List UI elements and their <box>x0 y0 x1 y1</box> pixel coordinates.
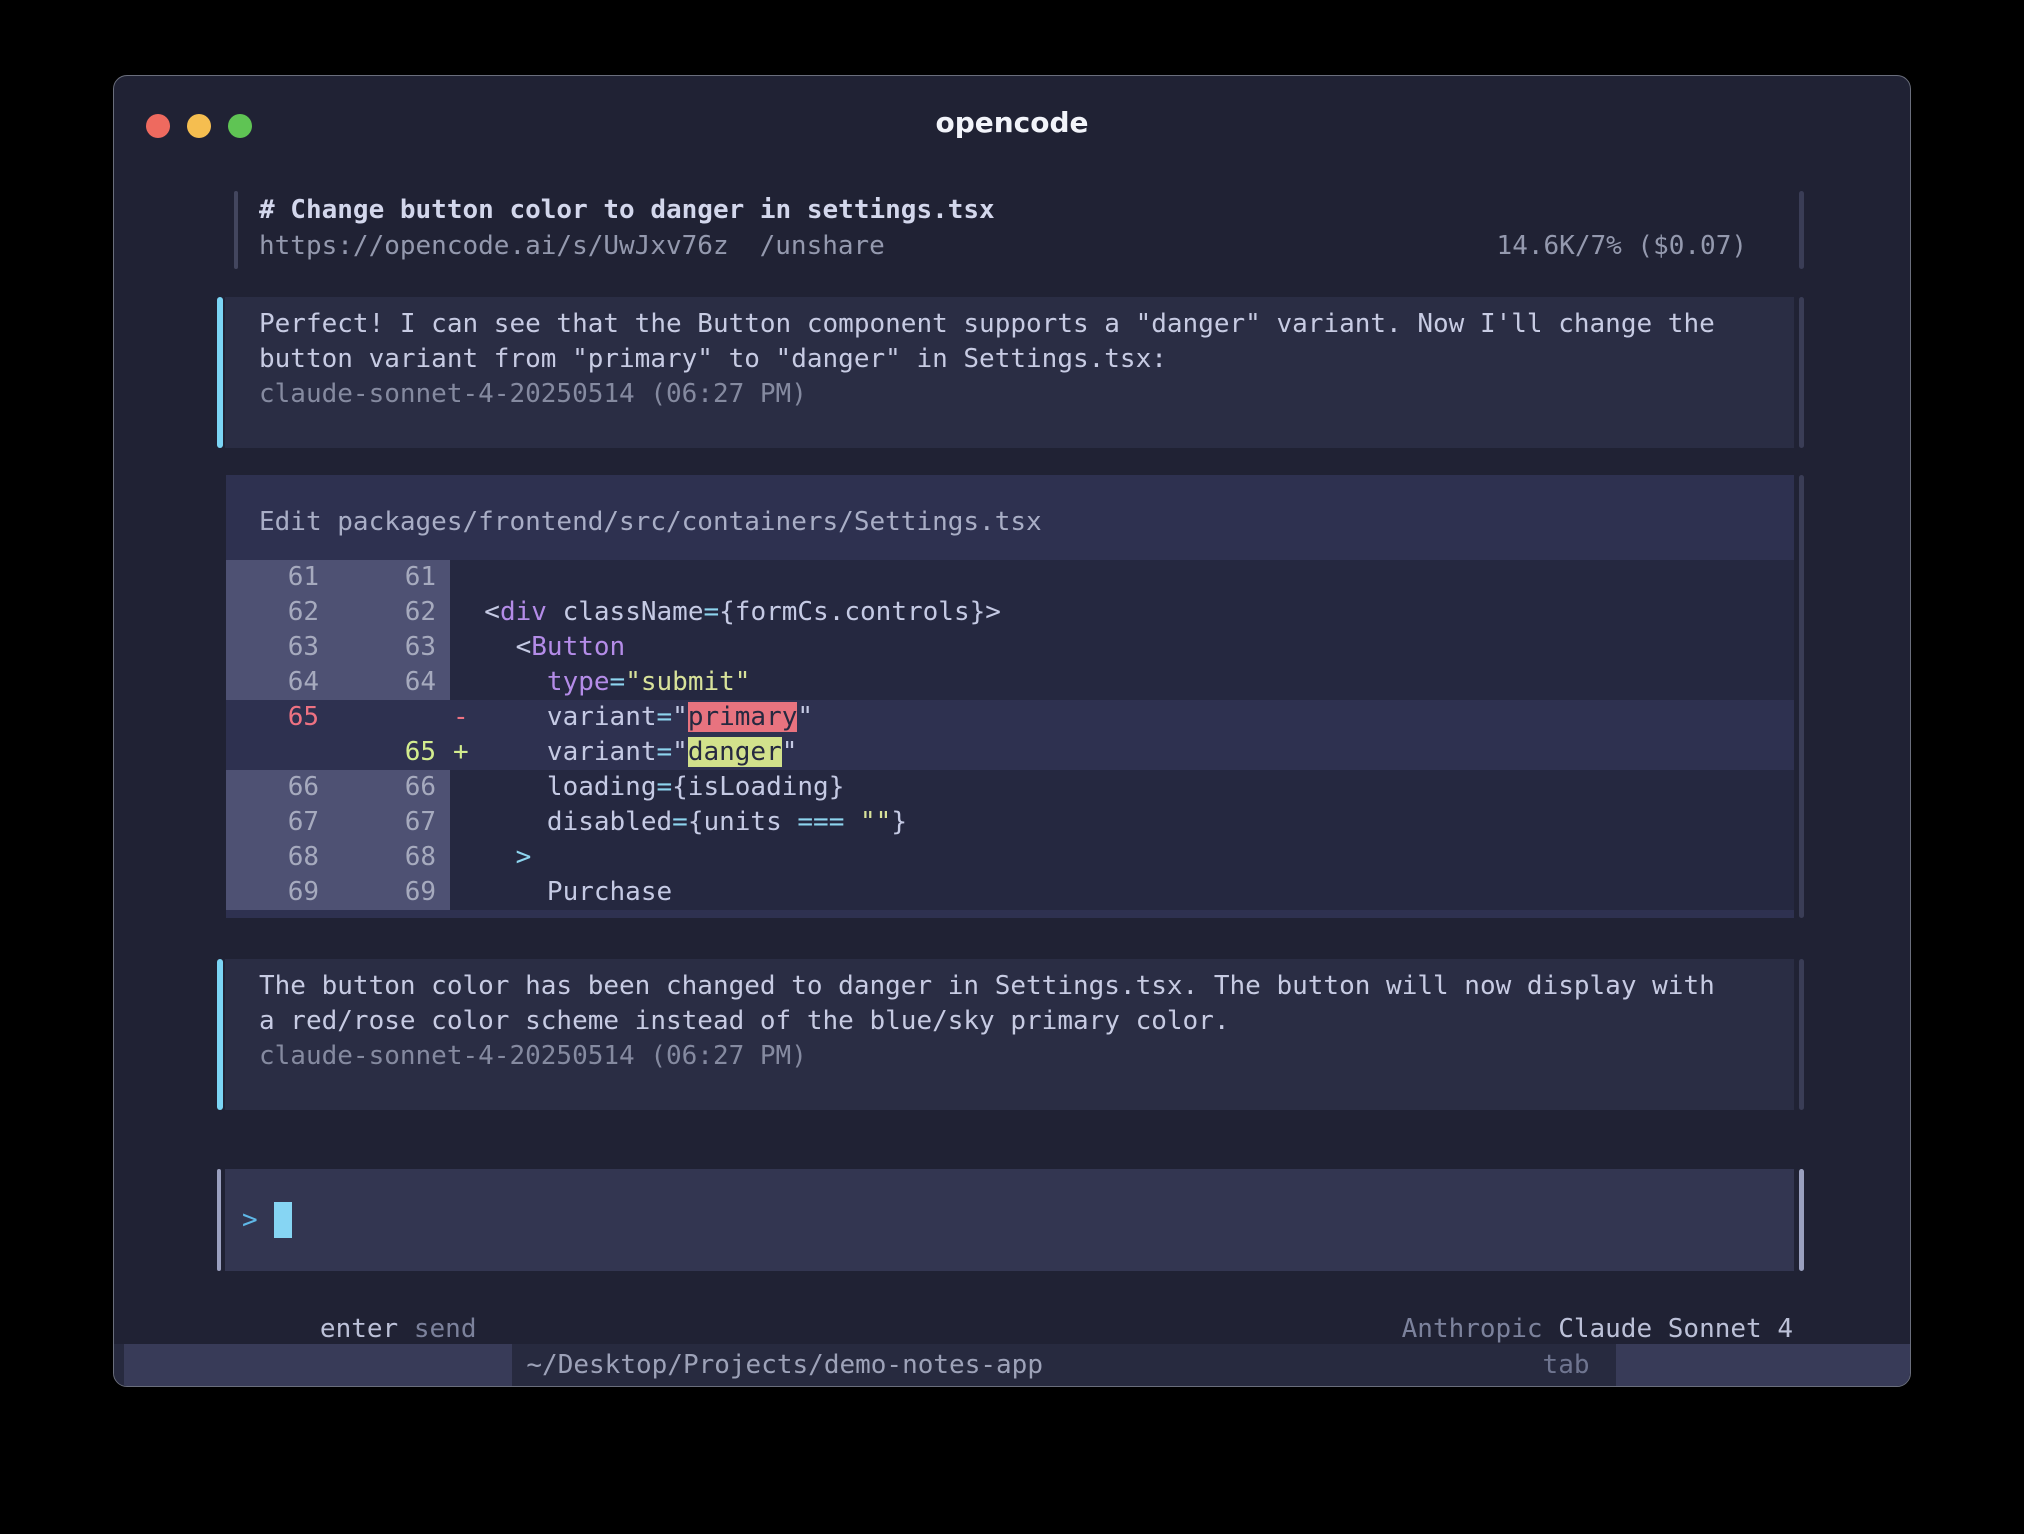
hint-key: enter <box>320 1314 398 1344</box>
hint-action: send <box>414 1314 477 1344</box>
line-number-new: 65 <box>326 735 450 770</box>
diff-row: 6969 Purchase <box>226 875 1794 910</box>
code-line: disabled={units === ""} <box>450 805 1794 840</box>
session-title: # Change button color to danger in setti… <box>259 191 1807 229</box>
line-number-old: 61 <box>226 560 326 595</box>
unshare-link[interactable]: /unshare <box>760 229 885 264</box>
edit-right-rule <box>1799 475 1804 918</box>
diff-row: 6161 <box>226 560 1794 595</box>
share-url[interactable]: https://opencode.ai/s/UwJxv76z <box>259 229 729 264</box>
message-text: Perfect! I can see that the Button compo… <box>217 297 1807 412</box>
edit-title: Edit packages/frontend/src/containers/Se… <box>217 475 1807 540</box>
line-number-new: 66 <box>326 770 450 805</box>
header-right-rule <box>1799 191 1804 269</box>
tab-key-hint[interactable]: tab <box>1543 1344 1590 1386</box>
code-line: loading={isLoading} <box>450 770 1794 805</box>
line-number-old: 62 <box>226 595 326 630</box>
diff-view: 61616262 <div className={formCs.controls… <box>226 560 1794 910</box>
code-line: + variant="danger" <box>450 735 1794 770</box>
model-timestamp: claude-sonnet-4-20250514 (06:27 PM) <box>259 1039 1807 1074</box>
titlebar: opencode <box>114 76 1910 150</box>
prompt-input[interactable]: > <box>217 1169 1807 1271</box>
mode-segment[interactable]: BUILD MODE <box>1616 1344 1910 1386</box>
message-line: The button color has been changed to dan… <box>259 969 1807 1004</box>
model-provider: Anthropic <box>1402 1314 1543 1344</box>
code-line: type="submit" <box>450 665 1794 700</box>
diff-row: 6464 type="submit" <box>226 665 1794 700</box>
diff-row: 6262 <div className={formCs.controls}> <box>226 595 1794 630</box>
diff-row: 65+ variant="danger" <box>226 735 1794 770</box>
header-left-rule <box>234 191 238 269</box>
diff-row: 6363 <Button <box>226 630 1794 665</box>
line-number-new: 64 <box>326 665 450 700</box>
line-number-new: 61 <box>326 560 450 595</box>
line-number-old: 65 <box>226 700 326 735</box>
code-line <box>450 560 1794 595</box>
message-line: button variant from "primary" to "danger… <box>259 342 1807 377</box>
prompt-caret: > <box>242 1202 258 1238</box>
message-text: The button color has been changed to dan… <box>217 959 1807 1074</box>
diff-row: 6666 loading={isLoading} <box>226 770 1794 805</box>
opencode-window: opencode # Change button color to danger… <box>113 75 1911 1387</box>
line-number-new: 68 <box>326 840 450 875</box>
edit-tool-block: Edit packages/frontend/src/containers/Se… <box>217 475 1807 918</box>
hint-row: enter send Anthropic Claude Sonnet 4 <box>217 1277 1807 1312</box>
code-line: > <box>450 840 1794 875</box>
assistant-message: Perfect! I can see that the Button compo… <box>217 297 1807 448</box>
line-number-new: 62 <box>326 595 450 630</box>
text-cursor <box>274 1202 292 1238</box>
code-line: Purchase <box>450 875 1794 910</box>
assistant-message: The button color has been changed to dan… <box>217 959 1807 1110</box>
message-line: a red/rose color scheme instead of the b… <box>259 1004 1807 1039</box>
diff-row: 6767 disabled={units === ""} <box>226 805 1794 840</box>
line-number-new: 67 <box>326 805 450 840</box>
line-number-old: 68 <box>226 840 326 875</box>
diff-row: 65 - variant="primary" <box>226 700 1794 735</box>
status-bar: opencode v0.3.11 ~/Desktop/Projects/demo… <box>114 1344 1910 1386</box>
code-line: <div className={formCs.controls}> <box>450 595 1794 630</box>
message-line: Perfect! I can see that the Button compo… <box>259 307 1807 342</box>
line-number-old: 66 <box>226 770 326 805</box>
line-number-new <box>326 700 450 735</box>
token-cost-stats: 14.6K/7% ($0.07) <box>1497 229 1747 264</box>
line-number-new: 69 <box>326 875 450 910</box>
diff-row: 6868 > <box>226 840 1794 875</box>
model-name: Claude Sonnet 4 <box>1558 1314 1793 1344</box>
line-number-old: 69 <box>226 875 326 910</box>
line-number-old: 64 <box>226 665 326 700</box>
window-title: opencode <box>114 106 1910 139</box>
app-version-segment: opencode v0.3.11 <box>124 1344 512 1386</box>
code-line: - variant="primary" <box>450 700 1794 735</box>
line-number-old <box>226 735 326 770</box>
line-number-new: 63 <box>326 630 450 665</box>
working-directory: ~/Desktop/Projects/demo-notes-app <box>526 1344 1043 1386</box>
line-number-old: 63 <box>226 630 326 665</box>
session-header: # Change button color to danger in setti… <box>217 191 1807 269</box>
line-number-old: 67 <box>226 805 326 840</box>
model-timestamp: claude-sonnet-4-20250514 (06:27 PM) <box>259 377 1807 412</box>
code-line: <Button <box>450 630 1794 665</box>
